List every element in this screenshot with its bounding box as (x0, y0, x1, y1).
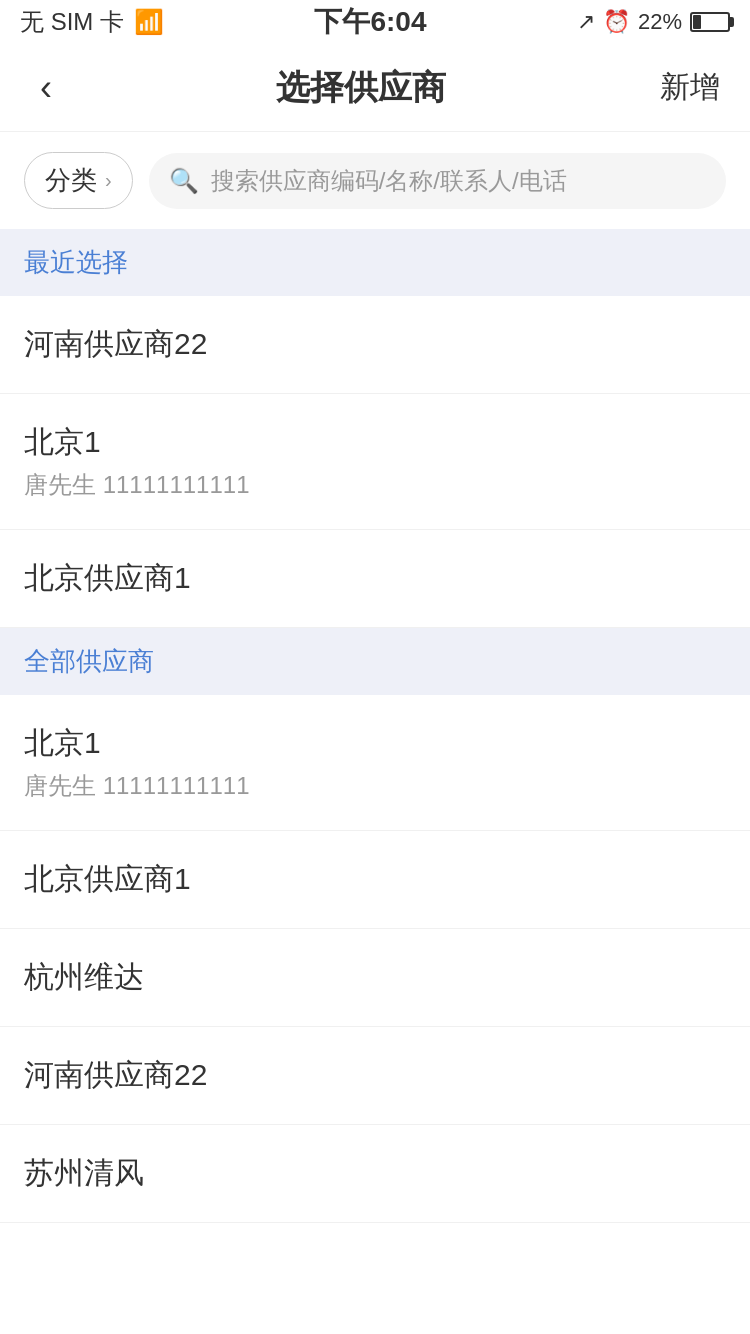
item-name: 北京1 (24, 723, 726, 764)
item-name: 河南供应商22 (24, 324, 726, 365)
filter-bar: 分类 › 🔍 搜索供应商编码/名称/联系人/电话 (0, 132, 750, 229)
nav-bar: ‹ 选择供应商 新增 (0, 44, 750, 132)
category-button[interactable]: 分类 › (24, 152, 133, 209)
status-bar: 无 SIM 卡 📶 下午6:04 ↗ ⏰ 22% (0, 0, 750, 44)
list-item[interactable]: 河南供应商22 (0, 296, 750, 394)
sim-status: 无 SIM 卡 (20, 6, 124, 38)
list-item[interactable]: 北京供应商1 (0, 530, 750, 628)
status-time: 下午6:04 (314, 3, 426, 41)
battery-percent: 22% (638, 9, 682, 35)
item-name: 苏州清风 (24, 1153, 726, 1194)
page-title: 选择供应商 (276, 65, 446, 111)
content-area: 最近选择河南供应商22 北京1 唐先生 11111111111 北京供应商1 全部供应商… (0, 229, 750, 1223)
status-right: ↗ ⏰ 22% (577, 9, 730, 35)
alarm-icon: ⏰ (603, 9, 630, 35)
section-header-all: 全部供应商 (0, 628, 750, 695)
status-left: 无 SIM 卡 📶 (20, 6, 164, 38)
category-label: 分类 (45, 163, 97, 198)
list-item[interactable]: 苏州清风 (0, 1125, 750, 1223)
search-icon: 🔍 (169, 167, 199, 195)
item-detail: 唐先生 11111111111 (24, 770, 726, 802)
search-placeholder: 搜索供应商编码/名称/联系人/电话 (211, 165, 567, 197)
wifi-icon: 📶 (134, 8, 164, 36)
item-name: 北京供应商1 (24, 859, 726, 900)
chevron-right-icon: › (105, 169, 112, 192)
battery-icon (690, 12, 730, 32)
list-item[interactable]: 河南供应商22 (0, 1027, 750, 1125)
search-box[interactable]: 🔍 搜索供应商编码/名称/联系人/电话 (149, 153, 726, 209)
list-item[interactable]: 北京1 唐先生 11111111111 (0, 394, 750, 530)
add-button[interactable]: 新增 (660, 67, 720, 108)
section-header-recent: 最近选择 (0, 229, 750, 296)
item-name: 北京1 (24, 422, 726, 463)
location-icon: ↗ (577, 9, 595, 35)
list-item[interactable]: 北京1 唐先生 11111111111 (0, 695, 750, 831)
item-name: 河南供应商22 (24, 1055, 726, 1096)
item-detail: 唐先生 11111111111 (24, 469, 726, 501)
list-item[interactable]: 杭州维达 (0, 929, 750, 1027)
list-item[interactable]: 北京供应商1 (0, 831, 750, 929)
back-button[interactable]: ‹ (30, 57, 62, 119)
item-name: 北京供应商1 (24, 558, 726, 599)
item-name: 杭州维达 (24, 957, 726, 998)
